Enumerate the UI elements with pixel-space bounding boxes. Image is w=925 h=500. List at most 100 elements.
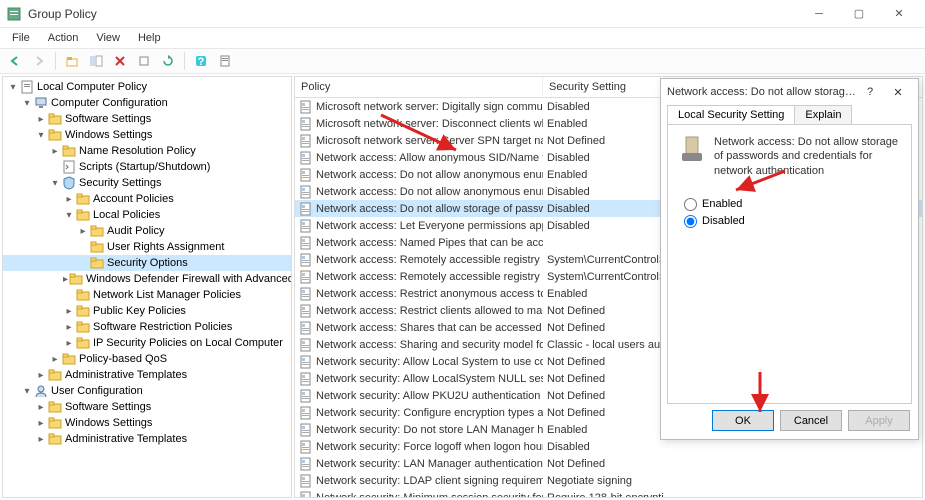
apply-button[interactable]: Apply (848, 410, 910, 431)
expand-toggle-icon[interactable]: ▸ (35, 433, 47, 445)
minimize-button[interactable]: ─ (799, 0, 839, 28)
policy-item-icon (299, 236, 313, 250)
fld-icon (62, 352, 76, 366)
radio-disabled-row[interactable]: Disabled (684, 215, 901, 228)
properties-button[interactable] (214, 50, 236, 72)
tree-node[interactable]: ▸Software Restriction Policies (3, 319, 291, 335)
tree-node[interactable]: ▸Audit Policy (3, 223, 291, 239)
policy-setting: Require 128-bit encrypti... (543, 492, 703, 499)
policy-row[interactable]: Network security: LAN Manager authentica… (295, 455, 922, 472)
tree-node[interactable]: ▸ Name Resolution Policy (3, 143, 291, 159)
tree-label: Computer Configuration (51, 97, 168, 109)
expand-toggle-icon[interactable]: ▸ (35, 113, 47, 125)
expand-toggle-icon[interactable]: ▸ (63, 193, 75, 205)
expand-toggle-icon[interactable]: ▸ (63, 337, 75, 349)
tree-node[interactable]: ▾ Windows Settings (3, 127, 291, 143)
expand-toggle-icon[interactable]: ▸ (35, 369, 47, 381)
up-button[interactable] (61, 50, 83, 72)
tree-node[interactable]: ▸Software Settings (3, 111, 291, 127)
tree-node[interactable]: ▸Administrative Templates (3, 431, 291, 447)
expand-toggle-icon[interactable]: ▾ (35, 129, 47, 141)
tree-node[interactable]: ▸Windows Defender Firewall with Advanced… (3, 271, 291, 287)
menu-file[interactable]: File (4, 30, 38, 46)
tree-node[interactable]: ▸Windows Settings (3, 415, 291, 431)
tree-node[interactable]: Security Options (3, 255, 291, 271)
dialog-title-bar[interactable]: Network access: Do not allow storage of … (661, 79, 918, 105)
tree-node[interactable]: User Rights Assignment (3, 239, 291, 255)
col-policy[interactable]: Policy (295, 77, 543, 97)
expand-toggle-icon[interactable] (49, 161, 61, 173)
policy-item-icon (299, 423, 313, 437)
export-button[interactable] (133, 50, 155, 72)
forward-button[interactable] (28, 50, 50, 72)
radio-disabled[interactable] (684, 215, 697, 228)
expand-toggle-icon[interactable]: ▸ (49, 145, 61, 157)
tree-label: Windows Settings (65, 129, 152, 141)
menu-help[interactable]: Help (130, 30, 169, 46)
expand-toggle-icon[interactable]: ▸ (63, 321, 75, 333)
expand-toggle-icon[interactable]: ▸ (49, 353, 61, 365)
expand-toggle-icon[interactable]: ▸ (35, 417, 47, 429)
expand-toggle-icon[interactable]: ▸ (35, 401, 47, 413)
tree-view[interactable]: ▾ Local Computer Policy ▾ Computer Configur… (2, 76, 292, 498)
expand-toggle-icon[interactable] (77, 257, 89, 269)
expand-toggle-icon[interactable]: ▸ (63, 305, 75, 317)
policy-row[interactable]: Network security: Force logoff when logo… (295, 438, 922, 455)
tab-explain[interactable]: Explain (794, 105, 852, 124)
dialog-help-button[interactable]: ? (856, 86, 884, 98)
ok-button[interactable]: OK (712, 410, 774, 431)
properties-dialog: Network access: Do not allow storage of … (660, 78, 919, 440)
tree-label: Name Resolution Policy (79, 145, 196, 157)
help-button[interactable]: ? (190, 50, 212, 72)
tree-node[interactable]: ▾ Local Computer Policy (3, 79, 291, 95)
maximize-button[interactable]: ▢ (839, 0, 879, 28)
policy-name: Network security: Allow PKU2U authentica… (316, 390, 543, 402)
policy-item-icon (299, 117, 313, 131)
expand-toggle-icon[interactable]: ▸ (63, 273, 68, 285)
tree-node[interactable]: ▸IP Security Policies on Local Computer (3, 335, 291, 351)
expand-toggle-icon[interactable]: ▸ (77, 225, 89, 237)
expand-toggle-icon[interactable]: ▾ (49, 177, 61, 189)
refresh-button[interactable] (157, 50, 179, 72)
radio-enabled-row[interactable]: Enabled (684, 198, 901, 211)
tree-node[interactable]: ▸Policy-based QoS (3, 351, 291, 367)
expand-toggle-icon[interactable]: ▾ (63, 209, 75, 221)
cancel-button[interactable]: Cancel (780, 410, 842, 431)
policy-name: Network security: Allow LocalSystem NULL… (316, 373, 543, 385)
dialog-close-button[interactable]: ✕ (884, 86, 912, 99)
fld-icon (76, 336, 90, 350)
tree-node[interactable]: ▾ Computer Configuration (3, 95, 291, 111)
tree-node[interactable]: ▾Security Settings (3, 175, 291, 191)
tree-label: Local Computer Policy (37, 81, 147, 93)
tree-node[interactable]: ▾Local Policies (3, 207, 291, 223)
policy-item-icon (299, 440, 313, 454)
tree-node[interactable]: Network List Manager Policies (3, 287, 291, 303)
policy-row[interactable]: Network security: LDAP client signing re… (295, 472, 922, 489)
fld-icon (62, 144, 76, 158)
app-icon (6, 6, 22, 22)
expand-toggle-icon[interactable] (77, 241, 89, 253)
tree-node[interactable]: ▸Administrative Templates (3, 367, 291, 383)
menu-action[interactable]: Action (40, 30, 87, 46)
back-button[interactable] (4, 50, 26, 72)
delete-button[interactable] (109, 50, 131, 72)
show-hide-button[interactable] (85, 50, 107, 72)
radio-enabled[interactable] (684, 198, 697, 211)
expand-toggle-icon[interactable]: ▾ (21, 385, 33, 397)
tree-node[interactable]: ▸Public Key Policies (3, 303, 291, 319)
title-bar: Group Policy ─ ▢ ✕ (0, 0, 925, 28)
tab-local-security-setting[interactable]: Local Security Setting (667, 105, 795, 124)
expand-toggle-icon[interactable]: ▾ (21, 97, 33, 109)
expand-toggle-icon[interactable] (63, 289, 75, 301)
policy-name: Network access: Restrict clients allowed… (316, 305, 543, 317)
tree-node[interactable]: ▸Account Policies (3, 191, 291, 207)
close-button[interactable]: ✕ (879, 0, 919, 28)
policy-row[interactable]: Network security: Minimum session securi… (295, 489, 922, 498)
tree-node[interactable]: ▾User Configuration (3, 383, 291, 399)
policy-item-icon (299, 321, 313, 335)
menu-view[interactable]: View (88, 30, 128, 46)
policy-name: Network security: Minimum session securi… (316, 492, 543, 499)
expand-toggle-icon[interactable]: ▾ (7, 81, 19, 93)
tree-node[interactable]: ▸Software Settings (3, 399, 291, 415)
tree-node[interactable]: Scripts (Startup/Shutdown) (3, 159, 291, 175)
